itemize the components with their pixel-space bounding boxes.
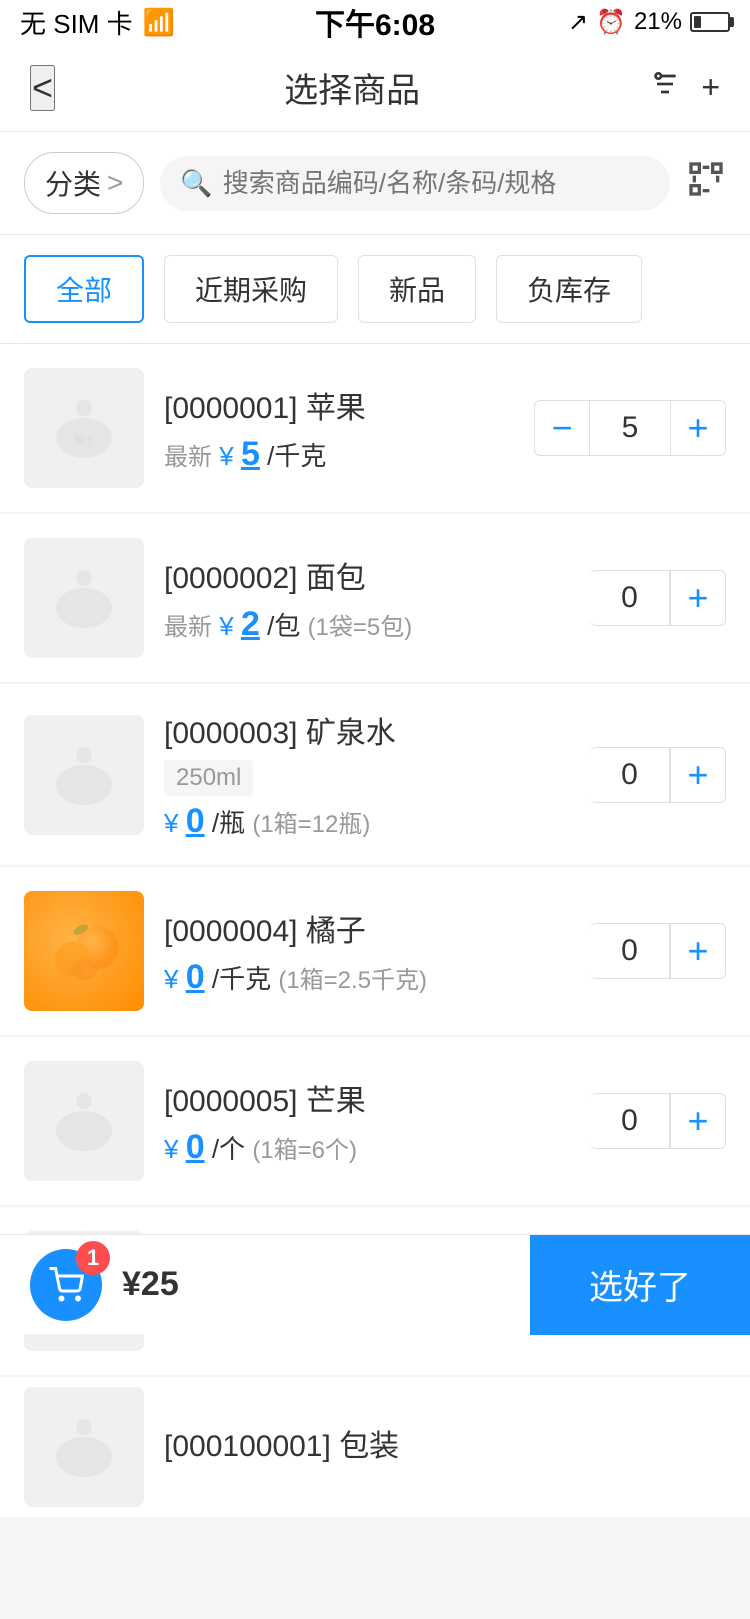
battery-icon — [690, 12, 730, 32]
cart-icon — [48, 1267, 84, 1303]
tab-bar: 全部 近期采购 新品 负库存 — [0, 235, 750, 344]
product-info-0000001: [0000001] 苹果 最新 ¥ 5 /千克 — [164, 383, 514, 474]
product-info-0000004: [0000004] 橘子 ¥ 0 /千克 (1箱=2.5千克) — [164, 906, 570, 997]
qty-plus-0000002[interactable]: + — [670, 570, 726, 626]
tab-new[interactable]: 新品 — [358, 255, 476, 323]
filter-icon[interactable] — [649, 68, 681, 108]
search-input[interactable] — [223, 168, 650, 199]
product-thumb-0000003 — [24, 715, 144, 835]
product-list: 智十 [0000001] 苹果 最新 ¥ 5 /千克 − + — [0, 344, 750, 1619]
cart-badge: 1 — [76, 1241, 110, 1275]
product-name-0000005: [0000005] 芒果 — [164, 1076, 570, 1120]
tab-all[interactable]: 全部 — [24, 255, 144, 323]
search-icon: 🔍 — [180, 168, 212, 199]
qty-control-0000001: − + — [534, 400, 726, 456]
carrier-text: 无 SIM 卡 — [20, 4, 133, 41]
product-price-0000005: ¥ 0 /个 (1箱=6个) — [164, 1128, 570, 1167]
bottom-bar: 1 ¥25 选好了 — [0, 1234, 750, 1334]
product-thumb-0000001: 智十 — [24, 368, 144, 488]
qty-input-0000001[interactable] — [590, 400, 670, 456]
svg-text:智十: 智十 — [74, 433, 94, 446]
product-name-000100001: [000100001] 包装 — [164, 1421, 726, 1465]
category-label: 分类 — [45, 163, 101, 203]
product-thumb-0000004 — [24, 891, 144, 1011]
product-spec-0000003: 250ml — [164, 760, 253, 796]
product-info-000100001: [000100001] 包装 — [164, 1421, 726, 1473]
product-item-0000005: [0000005] 芒果 ¥ 0 /个 (1箱=6个) + — [0, 1037, 750, 1205]
qty-plus-0000003[interactable]: + — [670, 747, 726, 803]
status-time: 下午6:08 — [315, 0, 435, 44]
status-bar: 无 SIM 卡 📶 下午6:08 ↗ ⏰ 21% — [0, 0, 750, 44]
product-info-0000005: [0000005] 芒果 ¥ 0 /个 (1箱=6个) — [164, 1076, 570, 1167]
scan-icon[interactable] — [686, 159, 726, 207]
qty-minus-0000001[interactable]: − — [534, 400, 590, 456]
page-title: 选择商品 — [284, 63, 420, 112]
location-icon: ↗ — [568, 8, 588, 37]
qty-control-0000005: + — [590, 1093, 726, 1149]
nav-actions: + — [649, 68, 720, 108]
qty-input-0000004[interactable] — [590, 923, 670, 979]
filter-bar: 分类 > 🔍 — [0, 132, 750, 235]
cart-total: ¥25 — [122, 1265, 179, 1304]
category-chevron: > — [107, 167, 123, 199]
back-button[interactable]: < — [30, 65, 55, 111]
product-price-0000001: 最新 ¥ 5 /千克 — [164, 435, 514, 474]
cart-icon-wrap[interactable]: 1 — [30, 1249, 102, 1321]
qty-input-0000002[interactable] — [590, 570, 670, 626]
product-thumb-0000002 — [24, 538, 144, 658]
product-name-0000004: [0000004] 橘子 — [164, 906, 570, 950]
product-item-000100001: [000100001] 包装 — [0, 1377, 750, 1517]
status-right: ↗ ⏰ 21% — [568, 8, 730, 37]
qty-control-0000003: + — [590, 747, 726, 803]
status-left: 无 SIM 卡 📶 — [20, 4, 175, 41]
product-info-0000003: [0000003] 矿泉水 250ml ¥ 0 /瓶 (1箱=12瓶) — [164, 708, 570, 841]
qty-plus-0000004[interactable]: + — [670, 923, 726, 979]
tab-recent[interactable]: 近期采购 — [164, 255, 338, 323]
product-thumb-000100001 — [24, 1387, 144, 1507]
qty-plus-0000001[interactable]: + — [670, 400, 726, 456]
battery-percent: 21% — [634, 8, 682, 36]
confirm-button[interactable]: 选好了 — [530, 1235, 750, 1335]
product-item-0000001: 智十 [0000001] 苹果 最新 ¥ 5 /千克 − + — [0, 344, 750, 512]
product-thumb-0000005 — [24, 1061, 144, 1181]
qty-plus-0000005[interactable]: + — [670, 1093, 726, 1149]
nav-bar: < 选择商品 + — [0, 44, 750, 132]
tab-negative[interactable]: 负库存 — [496, 255, 642, 323]
wifi-icon: 📶 — [143, 7, 175, 38]
qty-input-0000005[interactable] — [590, 1093, 670, 1149]
product-name-0000002: [0000002] 面包 — [164, 553, 570, 597]
product-name-0000003: [0000003] 矿泉水 — [164, 708, 570, 752]
product-price-0000002: 最新 ¥ 2 /包 (1袋=5包) — [164, 605, 570, 644]
alarm-icon: ⏰ — [596, 8, 626, 37]
qty-control-0000004: + — [590, 923, 726, 979]
add-icon[interactable]: + — [701, 69, 720, 106]
product-price-0000003: ¥ 0 /瓶 (1箱=12瓶) — [164, 802, 570, 841]
cart-area: 1 ¥25 — [0, 1249, 209, 1321]
product-info-0000002: [0000002] 面包 最新 ¥ 2 /包 (1袋=5包) — [164, 553, 570, 644]
product-price-0000004: ¥ 0 /千克 (1箱=2.5千克) — [164, 958, 570, 997]
search-box: 🔍 — [160, 156, 670, 211]
product-name-0000001: [0000001] 苹果 — [164, 383, 514, 427]
product-item-0000002: [0000002] 面包 最新 ¥ 2 /包 (1袋=5包) + — [0, 514, 750, 682]
category-button[interactable]: 分类 > — [24, 152, 144, 214]
product-item-0000003: [0000003] 矿泉水 250ml ¥ 0 /瓶 (1箱=12瓶) + — [0, 684, 750, 865]
qty-control-0000002: + — [590, 570, 726, 626]
product-item-0000004: [0000004] 橘子 ¥ 0 /千克 (1箱=2.5千克) + — [0, 867, 750, 1035]
qty-input-0000003[interactable] — [590, 747, 670, 803]
